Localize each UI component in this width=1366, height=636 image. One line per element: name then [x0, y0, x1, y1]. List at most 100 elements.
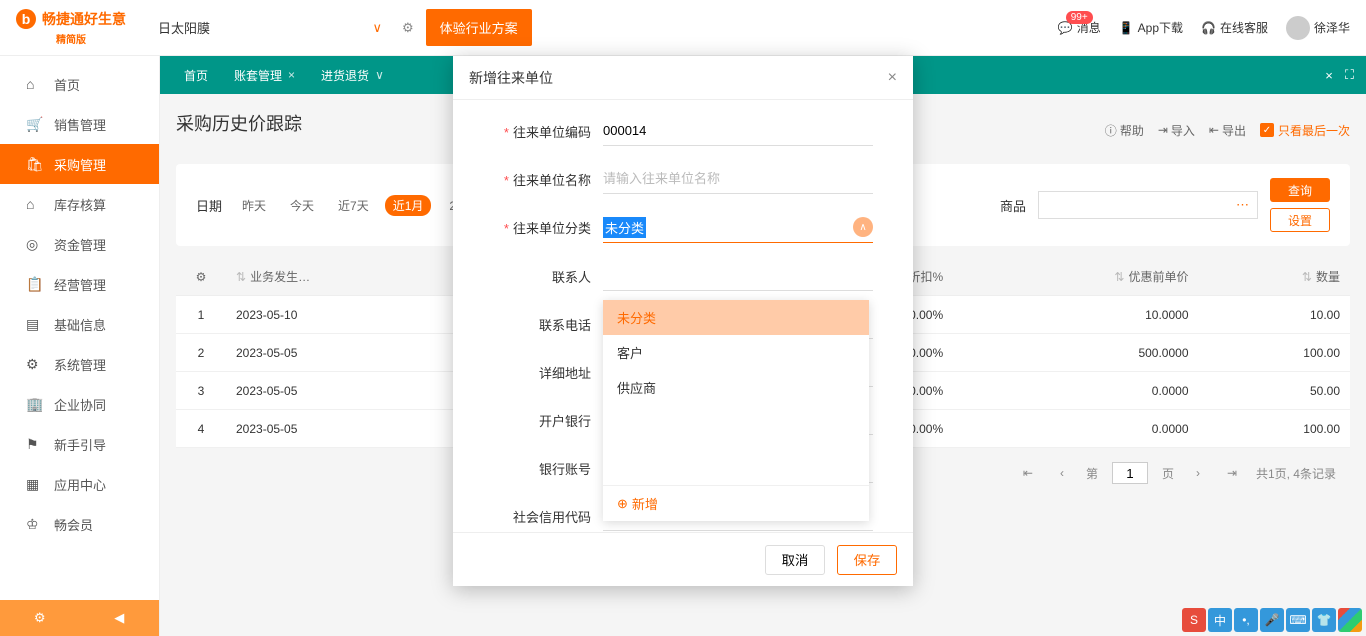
nav-collab[interactable]: 🏢企业协同	[0, 384, 159, 424]
ime-skin-icon[interactable]: 👕	[1312, 608, 1336, 632]
gear-icon: ⚙	[34, 610, 46, 626]
gear-icon: ⚙	[26, 356, 42, 373]
cancel-button[interactable]: 取消	[765, 545, 825, 575]
modal-header: 新增往来单位 ×	[453, 56, 913, 100]
goods-input[interactable]: ⋯	[1038, 191, 1258, 219]
chevron-up-icon[interactable]: ∧	[853, 217, 873, 237]
ime-punct-icon[interactable]: •,	[1234, 608, 1258, 632]
nav-apps[interactable]: ▦应用中心	[0, 464, 159, 504]
home-icon: ⌂	[26, 76, 42, 92]
date-pills: 昨天 今天 近7天 近1月	[234, 195, 431, 216]
ime-keyboard-icon[interactable]: ⌨	[1286, 608, 1310, 632]
tab-accounts[interactable]: 账套管理×	[222, 56, 307, 94]
logo-text: 畅捷通好生意	[42, 9, 126, 29]
dropdown-option-supplier[interactable]: 供应商	[603, 370, 869, 405]
gear-icon[interactable]: ⚙	[402, 20, 414, 36]
gear-icon[interactable]: ⚙	[196, 270, 207, 284]
pager-next[interactable]: ›	[1188, 463, 1208, 483]
coin-icon: ◎	[26, 236, 42, 253]
ime-toolbar: S 中 •, 🎤 ⌨ 👕	[1182, 608, 1362, 632]
user-menu[interactable]: 徐泽华	[1286, 16, 1350, 40]
close-icon[interactable]: ×	[288, 68, 295, 82]
sort-icon[interactable]: ⇅	[1302, 270, 1312, 284]
modal-add-contact: 新增往来单位 × *往来单位编码 *往来单位名称 *往来单位分类 未分类 ∧ 联…	[453, 56, 913, 586]
nav-sales[interactable]: 🛒销售管理	[0, 104, 159, 144]
tab-returns[interactable]: 进货退货∨	[309, 56, 396, 94]
experience-button[interactable]: 体验行业方案	[426, 9, 532, 46]
building-icon: 🏢	[26, 396, 42, 413]
nav-inventory[interactable]: ⌂库存核算	[0, 184, 159, 224]
support[interactable]: 🎧在线客服	[1201, 19, 1268, 36]
box-icon: ⌂	[26, 196, 42, 212]
nav-biz[interactable]: 📋经营管理	[0, 264, 159, 304]
nav-system[interactable]: ⚙系统管理	[0, 344, 159, 384]
name-label: 往来单位名称	[513, 173, 591, 188]
collapse-icon: ◀	[114, 610, 124, 626]
page-input[interactable]	[1112, 462, 1148, 484]
import-link[interactable]: ⇥ 导入	[1158, 122, 1195, 139]
phone-label: 联系电话	[453, 315, 603, 334]
query-button[interactable]: 查询	[1270, 178, 1330, 202]
modal-body: *往来单位编码 *往来单位名称 *往来单位分类 未分类 ∧ 联系人 联系电话 详…	[453, 100, 913, 532]
pager-last[interactable]: ⇥	[1222, 463, 1242, 483]
plus-icon: ⊕	[617, 496, 628, 512]
category-value: 未分类	[603, 212, 853, 242]
pager-label-pre: 第	[1086, 465, 1098, 482]
pill-7days[interactable]: 近7天	[330, 195, 377, 216]
tab-home[interactable]: 首页	[172, 56, 220, 94]
logo-icon: b	[16, 9, 36, 29]
nav-basic[interactable]: ▤基础信息	[0, 304, 159, 344]
date-label: 日期	[196, 196, 222, 215]
pill-1month[interactable]: 近1月	[385, 195, 432, 216]
footer-settings[interactable]: ⚙	[0, 600, 80, 636]
cart-icon: 🛒	[26, 116, 42, 133]
nav-guide[interactable]: ⚑新手引导	[0, 424, 159, 464]
sidebar-footer: ⚙ ◀	[0, 600, 159, 636]
save-button[interactable]: 保存	[837, 545, 897, 575]
close-icon[interactable]: ∨	[375, 68, 384, 82]
ime-logo-icon[interactable]: S	[1182, 608, 1206, 632]
setting-button[interactable]: 设置	[1270, 208, 1330, 232]
nav-finance[interactable]: ◎资金管理	[0, 224, 159, 264]
headset-icon: 🎧	[1201, 21, 1216, 35]
category-select[interactable]: 未分类 ∧	[603, 212, 873, 243]
ime-tools-icon[interactable]	[1338, 608, 1362, 632]
contact-label: 联系人	[453, 267, 603, 286]
flag-icon: ⚑	[26, 436, 42, 453]
nav-home[interactable]: ⌂首页	[0, 64, 159, 104]
ime-mic-icon[interactable]: 🎤	[1260, 608, 1284, 632]
fullscreen-icon[interactable]: ⛶	[1345, 67, 1354, 83]
pager-first[interactable]: ⇤	[1018, 463, 1038, 483]
add-new-category[interactable]: ⊕新增	[617, 494, 855, 513]
top-header: b 畅捷通好生意 精简版 日太阳膜 ∨ ⚙ 体验行业方案 💬消息 99+ 📱App…	[0, 0, 1366, 56]
modal-title: 新增往来单位	[469, 68, 553, 88]
help-link[interactable]: ⓘ 帮助	[1105, 122, 1144, 139]
footer-collapse[interactable]: ◀	[80, 600, 160, 636]
chevron-down-icon: ∨	[372, 20, 382, 36]
export-link[interactable]: ⇤ 导出	[1209, 122, 1246, 139]
contact-input[interactable]	[603, 261, 873, 291]
dropdown-option-customer[interactable]: 客户	[603, 335, 869, 370]
more-icon: ⋯	[1236, 197, 1249, 213]
goods-label: 商品	[1000, 196, 1026, 215]
app-download[interactable]: 📱App下载	[1119, 19, 1183, 36]
nav-purchase[interactable]: 🛍采购管理	[0, 144, 159, 184]
pill-today[interactable]: 今天	[282, 195, 322, 216]
pill-yesterday[interactable]: 昨天	[234, 195, 274, 216]
modal-close-icon[interactable]: ×	[888, 69, 897, 87]
sort-icon[interactable]: ⇅	[1114, 270, 1124, 284]
messages-button[interactable]: 💬消息 99+	[1058, 19, 1101, 36]
dropdown-option-uncategorized[interactable]: 未分类	[603, 300, 869, 335]
crown-icon: ♔	[26, 516, 42, 533]
nav-member[interactable]: ♔畅会员	[0, 504, 159, 544]
code-label: 往来单位编码	[513, 125, 591, 140]
only-last-checkbox[interactable]: ✓只看最后一次	[1260, 122, 1350, 139]
pager-prev[interactable]: ‹	[1052, 463, 1072, 483]
org-selector[interactable]: 日太阳膜 ∨	[150, 12, 390, 44]
close-tab-icon[interactable]: ×	[1325, 68, 1333, 83]
code-input[interactable]	[603, 116, 873, 146]
ime-lang[interactable]: 中	[1208, 608, 1232, 632]
name-input[interactable]	[603, 164, 873, 194]
logo-subtitle: 精简版	[16, 31, 126, 46]
sort-icon[interactable]: ⇅	[236, 270, 246, 284]
